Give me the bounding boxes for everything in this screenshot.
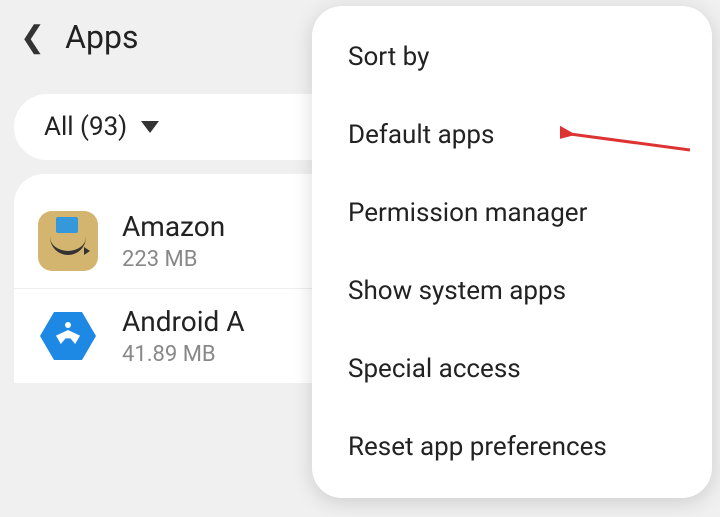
- android-accessibility-icon: [38, 306, 98, 366]
- menu-item-reset-app-preferences[interactable]: Reset app preferences: [312, 408, 712, 486]
- back-icon[interactable]: ❮: [20, 20, 45, 55]
- app-text: Android A 41.89 MB: [122, 305, 245, 367]
- app-name: Amazon: [122, 210, 225, 243]
- filter-label: All (93): [44, 112, 127, 142]
- overflow-menu: Sort by Default apps Permission manager …: [312, 6, 712, 498]
- app-size: 41.89 MB: [122, 342, 245, 367]
- app-text: Amazon 223 MB: [122, 210, 225, 272]
- chevron-down-icon: [141, 121, 159, 133]
- menu-item-default-apps[interactable]: Default apps: [312, 96, 712, 174]
- app-size: 223 MB: [122, 247, 225, 272]
- amazon-icon: [38, 211, 98, 271]
- page-title: Apps: [65, 18, 138, 56]
- app-name: Android A: [122, 305, 245, 338]
- menu-item-sort-by[interactable]: Sort by: [312, 18, 712, 96]
- menu-item-permission-manager[interactable]: Permission manager: [312, 174, 712, 252]
- menu-item-special-access[interactable]: Special access: [312, 330, 712, 408]
- menu-item-show-system-apps[interactable]: Show system apps: [312, 252, 712, 330]
